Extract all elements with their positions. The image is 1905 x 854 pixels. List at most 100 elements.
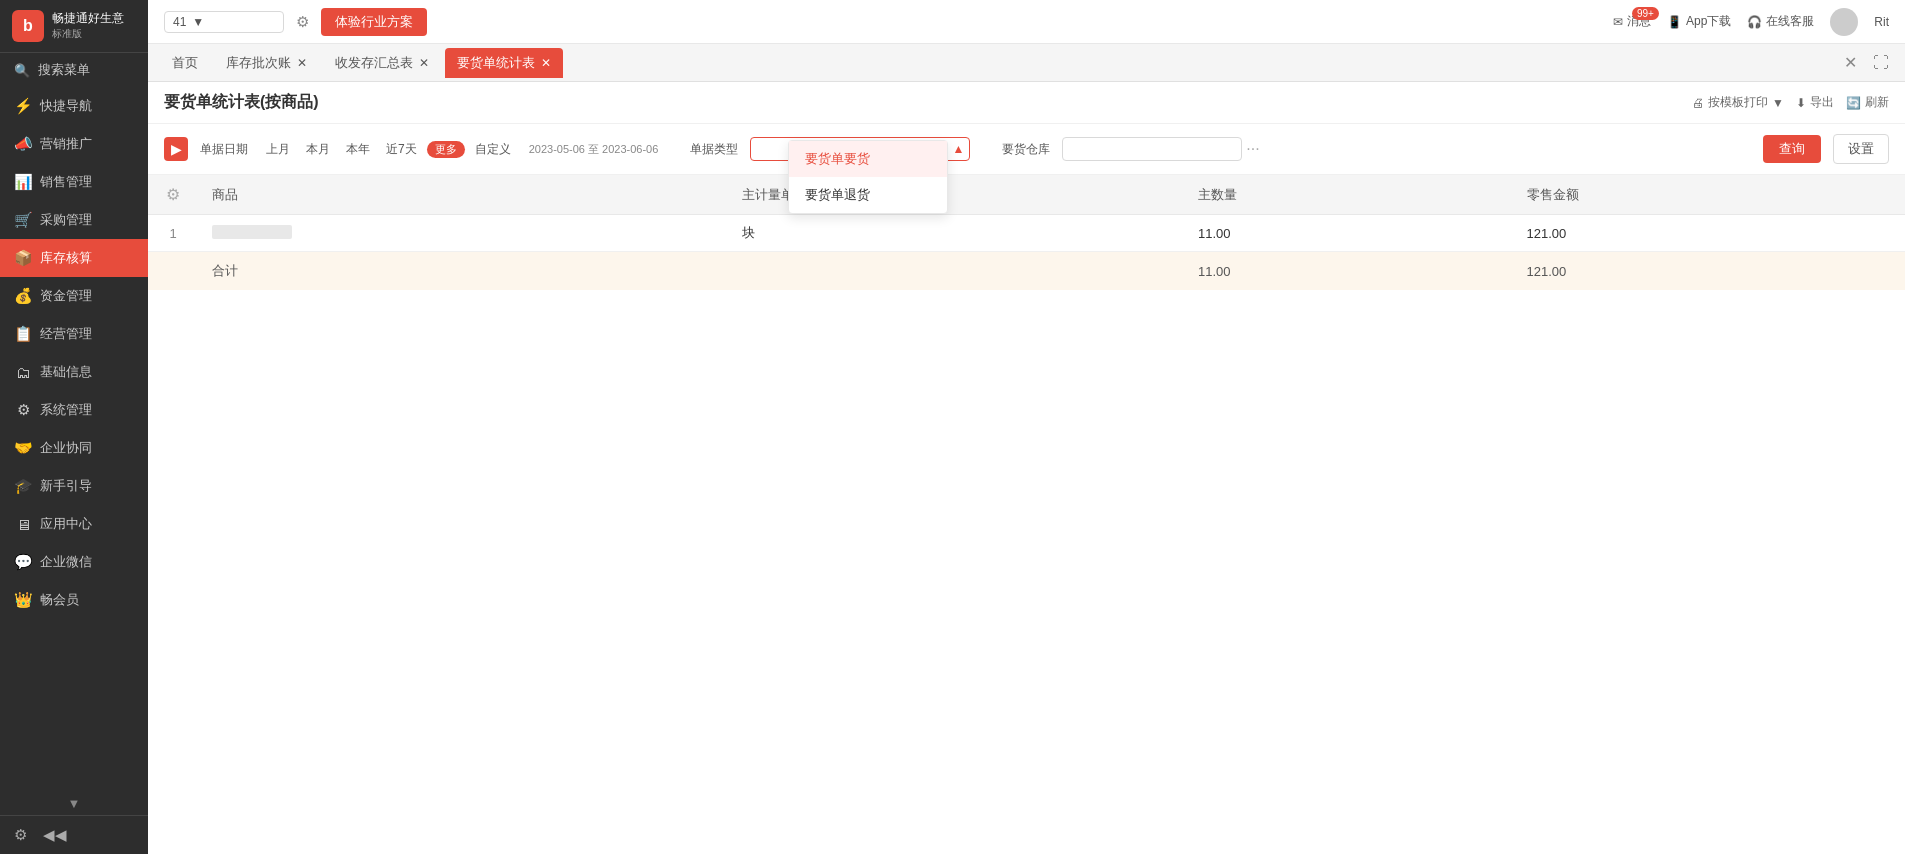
sidebar-bottom: ⚙ ◀◀ — [0, 815, 148, 854]
date-this-year-button[interactable]: 本年 — [340, 139, 376, 160]
filter-settings-button[interactable]: 设置 — [1833, 134, 1889, 164]
page-title: 要货单统计表(按商品) — [164, 92, 319, 113]
page-header-actions: 🖨 按模板打印 ▼ ⬇ 导出 🔄 刷新 — [1692, 94, 1889, 111]
data-table: ⚙ 商品 主计量单位 主数量 零售金额 1 块 11.00 — [148, 175, 1905, 290]
topbar: 41 ▼ ⚙ 体验行业方案 ✉ 消息 99+ 📱 App下载 🎧 在线客服 Ri… — [148, 0, 1905, 44]
headset-icon: 🎧 — [1747, 15, 1762, 29]
tab-maximize-button[interactable]: ⛶ — [1869, 52, 1893, 74]
warehouse-input-wrap: ··· — [1062, 137, 1259, 161]
tabs-bar: 首页 库存批次账 ✕ 收发存汇总表 ✕ 要货单统计表 ✕ ✕ ⛶ — [148, 44, 1905, 82]
tab-inventory-batch[interactable]: 库存批次账 ✕ — [214, 48, 319, 78]
inventory-icon: 📦 — [14, 249, 32, 267]
sidebar-item-label: 经营管理 — [40, 325, 92, 343]
sidebar-item-appstore[interactable]: 🖥 应用中心 — [0, 505, 148, 543]
sidebar-nav: ⚡快捷导航 📣 营销推广 📊销售管理🛒采购管理📦库存核算 💰 资金管理 📋经营管理🗂基础信息… — [0, 87, 148, 792]
date-this-month-button[interactable]: 本月 — [300, 139, 336, 160]
cell-unit: 块 — [728, 215, 1184, 252]
tab-close-recv-send[interactable]: ✕ — [419, 56, 429, 70]
sidebar-item-label: 系统管理 — [40, 401, 92, 419]
filter-expand-button[interactable]: ▶ — [164, 137, 188, 161]
online-service-button[interactable]: 🎧 在线客服 — [1747, 13, 1814, 30]
col-goods: 商品 — [198, 175, 728, 215]
date-more-button[interactable]: 更多 — [427, 141, 465, 158]
sidebar-search-label: 搜索菜单 — [38, 61, 90, 79]
sidebar-logo: b 畅捷通好生意 标准版 — [0, 0, 148, 53]
messages-button[interactable]: ✉ 消息 99+ — [1613, 13, 1651, 30]
tabs-right-actions: ✕ ⛶ — [1840, 51, 1893, 74]
sidebar-item-cooperation[interactable]: 🤝企业协同 — [0, 429, 148, 467]
print-button[interactable]: 🖨 按模板打印 ▼ — [1692, 94, 1784, 111]
app-download-button[interactable]: 📱 App下载 — [1667, 13, 1731, 30]
type-dropdown-arrow-icon[interactable]: ▲ — [952, 142, 964, 156]
sidebar-item-quick-nav[interactable]: ⚡快捷导航 — [0, 87, 148, 125]
col-settings[interactable]: ⚙ — [148, 175, 198, 215]
tab-close-all-button[interactable]: ✕ — [1840, 51, 1861, 74]
sidebar-item-member[interactable]: 👑畅会员 — [0, 581, 148, 619]
sidebar-item-guide[interactable]: 🎓新手引导 — [0, 467, 148, 505]
date-last-month-button[interactable]: 上月 — [260, 139, 296, 160]
refresh-icon: 🔄 — [1846, 96, 1861, 110]
warehouse-more-icon[interactable]: ··· — [1246, 140, 1259, 158]
export-button[interactable]: ⬇ 导出 — [1796, 94, 1834, 111]
sidebar-item-purchase[interactable]: 🛒采购管理 — [0, 201, 148, 239]
sidebar-item-sales[interactable]: 📊销售管理 — [0, 163, 148, 201]
sidebar-item-label: 畅会员 — [40, 591, 79, 609]
refresh-button[interactable]: 🔄 刷新 — [1846, 94, 1889, 111]
type-label: 单据类型 — [690, 141, 738, 158]
table-wrap: ⚙ 商品 主计量单位 主数量 零售金额 1 块 11.00 — [148, 175, 1905, 290]
sidebar-item-finance[interactable]: 💰 资金管理 — [0, 277, 148, 315]
finance-icon: 💰 — [14, 287, 32, 305]
sidebar-item-label: 营销推广 — [40, 135, 92, 153]
footer-label: 合计 — [198, 252, 728, 291]
sales-icon: 📊 — [14, 173, 32, 191]
sidebar-item-wechat[interactable]: 💬企业微信 — [0, 543, 148, 581]
tab-home[interactable]: 首页 — [160, 48, 210, 78]
tab-recv-send[interactable]: 收发存汇总表 ✕ — [323, 48, 441, 78]
query-button[interactable]: 查询 — [1763, 135, 1821, 163]
print-icon: 🖨 — [1692, 96, 1704, 110]
logo-sub: 标准版 — [52, 27, 124, 41]
company-selector[interactable]: 41 ▼ — [164, 11, 284, 33]
sidebar-item-system[interactable]: ⚙系统管理 — [0, 391, 148, 429]
trial-button[interactable]: 体验行业方案 — [321, 8, 427, 36]
settings-bottom-icon[interactable]: ⚙ — [14, 826, 27, 844]
tab-close-requisition-stat[interactable]: ✕ — [541, 56, 551, 70]
dropdown-item-requisition-return[interactable]: 要货单退货 — [789, 177, 947, 213]
goods-placeholder — [212, 225, 292, 239]
sidebar-item-inventory[interactable]: 📦库存核算 — [0, 239, 148, 277]
sidebar-item-label: 资金管理 — [40, 287, 92, 305]
filter-bar: ▶ 单据日期 上月 本月 本年 近7天 更多 自定义 2023-05-06 至 … — [148, 124, 1905, 175]
appstore-icon: 🖥 — [14, 516, 32, 533]
sidebar-item-label: 应用中心 — [40, 515, 92, 533]
sidebar-item-label: 快捷导航 — [40, 97, 92, 115]
col-amount: 零售金额 — [1513, 175, 1905, 215]
date-custom-button[interactable]: 自定义 — [469, 139, 517, 160]
date-last-7days-button[interactable]: 近7天 — [380, 139, 423, 160]
date-range-display: 2023-05-06 至 2023-06-06 — [529, 142, 659, 157]
warehouse-input[interactable] — [1062, 137, 1242, 161]
sidebar-item-label: 采购管理 — [40, 211, 92, 229]
tab-requisition-stat[interactable]: 要货单统计表 ✕ — [445, 48, 563, 78]
basic-icon: 🗂 — [14, 364, 32, 381]
table-footer-row: 合计 11.00 121.00 — [148, 252, 1905, 291]
column-settings-icon[interactable]: ⚙ — [166, 186, 180, 203]
sidebar-search[interactable]: 🔍 搜索菜单 — [0, 53, 148, 87]
topbar-gear-icon[interactable]: ⚙ — [296, 13, 309, 31]
collapse-icon[interactable]: ◀◀ — [43, 826, 67, 844]
marketing-icon: 📣 — [14, 135, 32, 153]
sidebar-item-label: 新手引导 — [40, 477, 92, 495]
message-icon: ✉ — [1613, 15, 1623, 29]
sidebar-item-marketing[interactable]: 📣 营销推广 — [0, 125, 148, 163]
company-selector-text: 41 — [173, 15, 186, 29]
sidebar-scroll-down[interactable]: ▼ — [0, 792, 148, 815]
type-dropdown: 要货单要货 要货单退货 — [788, 140, 948, 214]
tab-close-inventory-batch[interactable]: ✕ — [297, 56, 307, 70]
footer-qty: 11.00 — [1184, 252, 1513, 291]
sidebar-item-operations[interactable]: 📋经营管理 — [0, 315, 148, 353]
sidebar-item-basic[interactable]: 🗂基础信息 — [0, 353, 148, 391]
phone-icon: 📱 — [1667, 15, 1682, 29]
user-avatar[interactable] — [1830, 8, 1858, 36]
logo-icon: b — [12, 10, 44, 42]
sidebar-item-label: 企业微信 — [40, 553, 92, 571]
dropdown-item-requisition-order[interactable]: 要货单要货 — [789, 141, 947, 177]
